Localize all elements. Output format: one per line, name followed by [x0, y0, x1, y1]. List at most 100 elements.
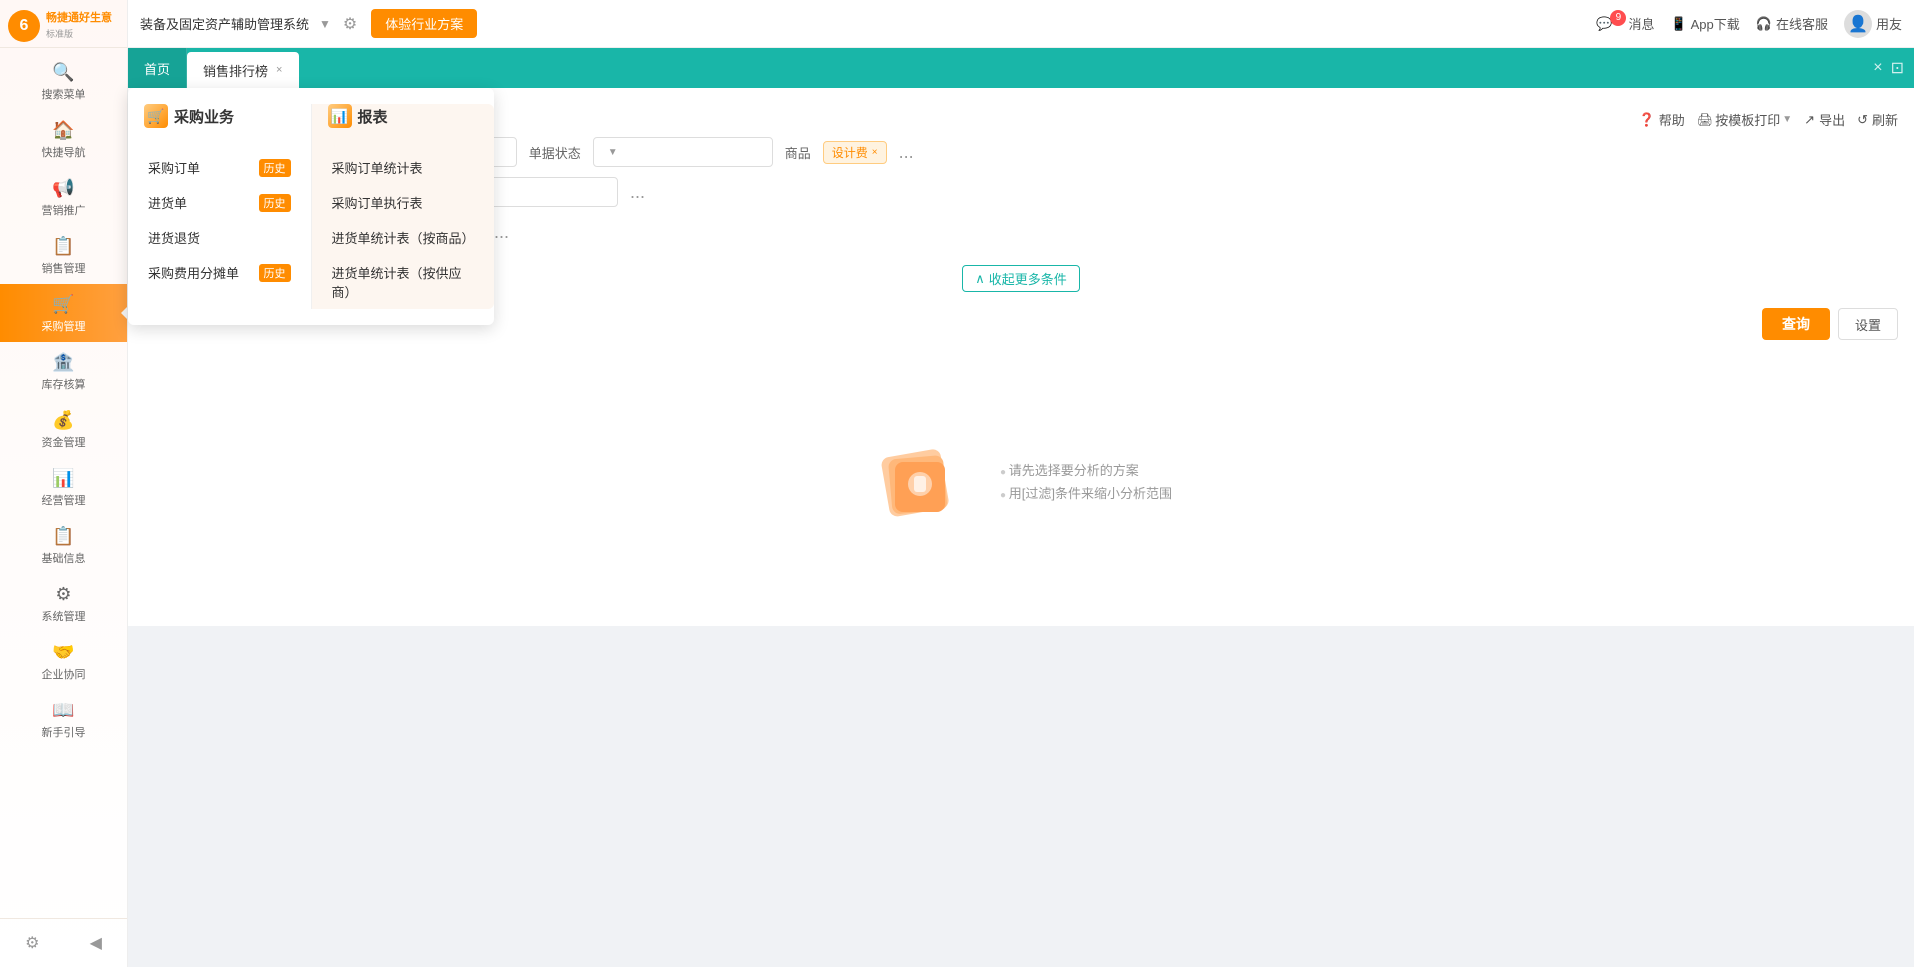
- help-label: 帮助: [1659, 110, 1685, 129]
- info-icon: 📋: [52, 526, 74, 547]
- industry-btn[interactable]: 体验行业方案: [371, 9, 477, 38]
- logo-text: 畅捷通好生意: [46, 11, 112, 25]
- dropdown-item-receipt-by-goods[interactable]: 进货单统计表（按商品）: [328, 220, 479, 255]
- report-col-title-text: 报表: [358, 106, 388, 127]
- logo-badge: 标准版: [46, 27, 112, 40]
- chevron-down-icon: ▼: [608, 147, 618, 158]
- money-icon: 💰: [52, 410, 74, 431]
- goods-filter-label: 商品: [785, 143, 811, 162]
- sidebar-item-basic[interactable]: 📋 基础信息: [0, 516, 127, 574]
- query-button[interactable]: 查询: [1762, 308, 1830, 340]
- export-btn[interactable]: ↗ 导出: [1804, 110, 1845, 129]
- online-service-label: 在线客服: [1776, 14, 1828, 33]
- sidebar-item-guide[interactable]: 📖 新手引导: [0, 690, 127, 748]
- tab-home[interactable]: 首页: [128, 48, 187, 88]
- receipt-by-goods-label: 进货单统计表（按商品）: [332, 228, 475, 247]
- dropdown-item-purchase-expense[interactable]: 采购费用分摊单 历史: [144, 255, 295, 290]
- handshake-icon: 🤝: [52, 642, 74, 663]
- sidebar-item-enterprise[interactable]: 🤝 企业协同: [0, 632, 127, 690]
- print-btn[interactable]: 🖨 按模板打印 ▼: [1697, 110, 1792, 129]
- empty-tip1: 请先选择要分析的方案: [1000, 459, 1172, 482]
- goods-filter-more[interactable]: ...: [899, 142, 914, 163]
- status-filter-label: 单据状态: [529, 143, 581, 162]
- order-exec-label: 采购订单执行表: [332, 193, 423, 212]
- user-btn[interactable]: 👤 用友: [1844, 10, 1902, 38]
- app-download-btn[interactable]: 📱 App下载: [1670, 14, 1739, 33]
- footer-collapse-btn[interactable]: ◀: [84, 927, 108, 959]
- sidebar-item-system[interactable]: ⚙ 系统管理: [0, 574, 127, 632]
- filter-collapse-btn[interactable]: ∧ 收起更多条件: [962, 265, 1080, 292]
- customer-filter-more[interactable]: ...: [494, 222, 509, 243]
- dropdown-purchase-title: 🛒 采购业务: [144, 104, 295, 136]
- purchase-receipt-label: 进货单: [148, 193, 187, 212]
- purchase-title-icon: 🛒: [144, 104, 168, 128]
- sales-ranking-tab-label: 销售排行榜: [203, 61, 268, 80]
- window-close-btn[interactable]: ×: [1873, 59, 1882, 77]
- settings-button[interactable]: 设置: [1838, 308, 1898, 340]
- sidebar-logo: 6 畅捷通好生意 标准版: [0, 0, 127, 48]
- salesperson-filter-more[interactable]: ...: [630, 182, 645, 203]
- window-maximize-btn[interactable]: ⊡: [1891, 58, 1904, 78]
- export-icon: ↗: [1804, 112, 1815, 128]
- book-icon: 📖: [52, 700, 74, 721]
- topbar-dropdown-arrow[interactable]: ▼: [319, 17, 331, 31]
- sidebar-item-purchase[interactable]: 🛒 采购管理: [0, 284, 127, 342]
- dropdown-item-purchase-return[interactable]: 进货退货: [144, 220, 295, 255]
- gear-icon: ⚙: [55, 584, 71, 605]
- headset-icon: 🎧: [1756, 16, 1772, 32]
- report-title-icon: 📊: [328, 104, 352, 128]
- purchase-return-label: 进货退货: [148, 228, 200, 247]
- goods-tag-close-icon[interactable]: ×: [872, 147, 878, 158]
- sidebar-item-operations[interactable]: 📊 经营管理: [0, 458, 127, 516]
- sidebar-item-sales[interactable]: 📋 销售管理: [0, 226, 127, 284]
- sidebar-nav: 🔍 搜索菜单 🏠 快捷导航 📢 营销推广 📋 销售管理 🛒 采购管理 🏦 库存核…: [0, 48, 127, 918]
- sidebar-item-search[interactable]: 🔍 搜索菜单: [0, 52, 127, 110]
- help-btn[interactable]: ❓ 帮助: [1639, 110, 1685, 129]
- message-btn[interactable]: 💬 9 消息: [1596, 14, 1654, 33]
- tab-close-icon[interactable]: ×: [276, 64, 282, 76]
- dropdown-item-receipt-by-supplier[interactable]: 进货单统计表（按供应商）: [328, 255, 479, 309]
- sidebar-item-label: 销售管理: [42, 260, 86, 276]
- dropdown-purchase-col: 🛒 采购业务 采购订单 历史 进货单 历史 进货退货 采购费用分摊单 历史: [128, 104, 311, 309]
- hist-badge-expense: 历史: [259, 264, 291, 282]
- cart-icon: 🛒: [52, 294, 74, 315]
- sidebar-item-label: 快捷导航: [42, 144, 86, 160]
- sidebar-item-label: 采购管理: [42, 318, 86, 334]
- export-label: 导出: [1819, 110, 1845, 129]
- dropdown-item-order-stats[interactable]: 采购订单统计表: [328, 150, 479, 185]
- help-icon: ❓: [1639, 112, 1655, 128]
- sidebar-item-finance[interactable]: 💰 资金管理: [0, 400, 127, 458]
- goods-filter-tag: 设计费 ×: [823, 141, 887, 164]
- refresh-icon: ↺: [1857, 112, 1868, 128]
- refresh-btn[interactable]: ↺ 刷新: [1857, 110, 1898, 129]
- topbar-right: 💬 9 消息 📱 App下载 🎧 在线客服 👤 用友: [1596, 10, 1902, 38]
- sidebar-item-quick-nav[interactable]: 🏠 快捷导航: [0, 110, 127, 168]
- app-download-label: App下载: [1691, 14, 1740, 33]
- status-filter-select[interactable]: ▼: [593, 137, 773, 167]
- search-icon: 🔍: [52, 62, 74, 83]
- user-label: 用友: [1876, 14, 1902, 33]
- dropdown-item-purchase-order[interactable]: 采购订单 历史: [144, 150, 295, 185]
- dropdown-item-purchase-receipt[interactable]: 进货单 历史: [144, 185, 295, 220]
- hist-badge-receipt: 历史: [259, 194, 291, 212]
- megaphone-icon: 📢: [52, 178, 74, 199]
- tab-sales-ranking[interactable]: 销售排行榜 ×: [187, 52, 299, 88]
- online-service-btn[interactable]: 🎧 在线客服: [1756, 14, 1828, 33]
- home-icon: 🏠: [52, 120, 74, 141]
- print-icon: 🖨: [1697, 112, 1714, 128]
- empty-state-icon: [870, 432, 970, 532]
- purchase-col-title-text: 采购业务: [174, 106, 234, 127]
- sidebar-item-inventory[interactable]: 🏦 库存核算: [0, 342, 127, 400]
- dropdown-item-order-exec[interactable]: 采购订单执行表: [328, 185, 479, 220]
- message-badge: 9: [1610, 10, 1626, 26]
- dropdown-menu: 🛒 采购业务 采购订单 历史 进货单 历史 进货退货 采购费用分摊单 历史 📊 …: [128, 88, 494, 325]
- empty-tip2: 用[过滤]条件来缩小分析范围: [1000, 482, 1172, 505]
- footer-settings-btn[interactable]: ⚙: [19, 927, 45, 959]
- sidebar-item-label: 系统管理: [42, 608, 86, 624]
- phone-icon: 📱: [1670, 16, 1686, 32]
- sidebar-item-label: 搜索菜单: [42, 86, 86, 102]
- sidebar-item-marketing[interactable]: 📢 营销推广: [0, 168, 127, 226]
- topbar-gear-icon[interactable]: ⚙: [343, 14, 357, 34]
- hist-badge-purchase-order: 历史: [259, 159, 291, 177]
- sidebar-item-label: 库存核算: [42, 376, 86, 392]
